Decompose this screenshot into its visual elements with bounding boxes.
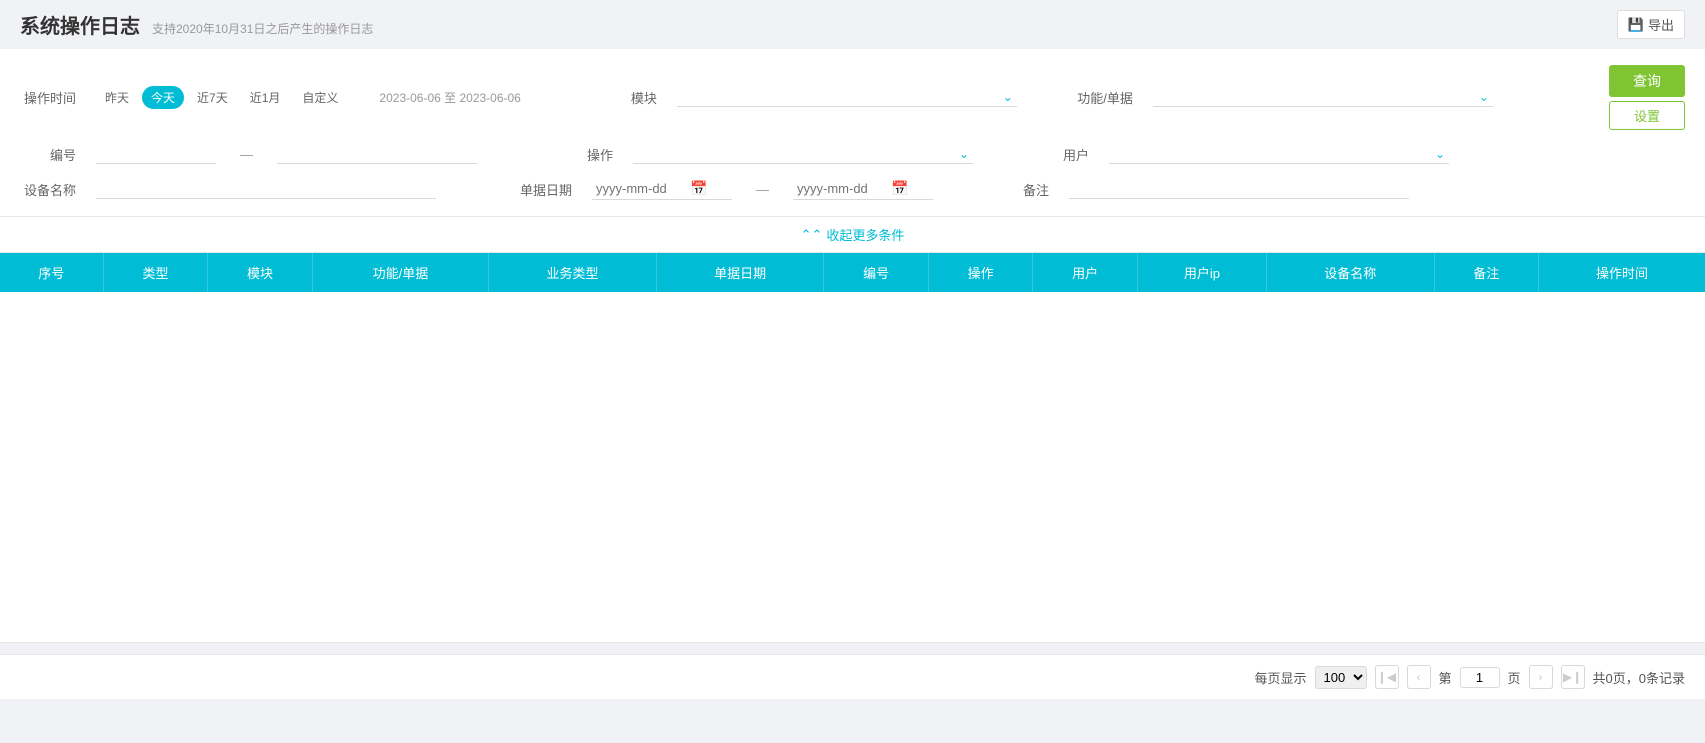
page-input[interactable] [1460,667,1500,688]
filter-row-2: 编号 — 操作 ⌄ 用户 ⌄ [20,144,1685,164]
export-icon: 💾 [1628,17,1644,33]
action-buttons: 查询 设置 [1609,65,1685,130]
collapse-label: 收起更多条件 [826,225,904,244]
number-dash: — [236,147,257,162]
time-btn-custom[interactable]: 自定义 [293,86,347,109]
page-label: 第 [1439,668,1452,687]
number-start-input[interactable] [96,144,216,164]
page-subtitle: 支持2020年10月31日之后产生的操作日志 [152,20,373,37]
table-area: 序号 类型 模块 功能/单据 业务类型 单据日期 编号 操作 用户 用户ip 设… [0,253,1705,642]
remark-label: 备注 [993,180,1049,199]
user-label: 用户 [1033,145,1089,164]
next-page-button[interactable]: › [1529,665,1553,689]
date-dash: — [752,182,773,197]
time-btn-1month[interactable]: 近1月 [241,86,290,109]
table-header: 序号 类型 模块 功能/单据 业务类型 单据日期 编号 操作 用户 用户ip 设… [0,253,1705,292]
operation-label: 操作 [557,145,613,164]
page-unit: 页 [1508,668,1521,687]
pagination-bar: 每页显示 10 20 50 100 200 ❙◀ ‹ 第 页 › ▶❙ 共0页，… [0,654,1705,699]
per-page-label: 每页显示 [1254,668,1306,687]
col-doc-date: 单据日期 [656,253,824,292]
calendar-start-icon[interactable]: 📅 [690,180,707,197]
function-label: 功能/单据 [1077,88,1133,107]
query-button[interactable]: 查询 [1609,65,1685,97]
collapse-bar[interactable]: ⌃⌃ 收起更多条件 [0,217,1705,253]
prev-page-button[interactable]: ‹ [1407,665,1431,689]
date-label: 单据日期 [516,180,572,199]
filter-area: 操作时间 昨天 今天 近7天 近1月 自定义 2023-06-06 至 2023… [0,49,1705,217]
calendar-end-icon[interactable]: 📅 [891,180,908,197]
col-user-ip: 用户ip [1137,253,1266,292]
device-label: 设备名称 [20,180,76,199]
date-end-input[interactable] [797,181,887,196]
module-label: 模块 [601,88,657,107]
scrollbar-inner [0,643,1705,644]
col-biz-type: 业务类型 [489,253,657,292]
operation-chevron-icon: ⌄ [959,147,969,161]
col-function: 功能/单据 [312,253,488,292]
filter-row-3: 设备名称 单据日期 📅 — 📅 备注 [20,178,1685,200]
time-btn-yesterday[interactable]: 昨天 [96,86,138,109]
user-select[interactable]: ⌄ [1109,145,1449,164]
time-btn-today[interactable]: 今天 [142,86,184,109]
last-page-button[interactable]: ▶❙ [1561,665,1585,689]
col-type: 类型 [103,253,207,292]
time-range: 2023-06-06 至 2023-06-06 [379,89,520,106]
device-input[interactable] [96,179,436,199]
data-table: 序号 类型 模块 功能/单据 业务类型 单据日期 编号 操作 用户 用户ip 设… [0,253,1705,292]
col-op-time: 操作时间 [1539,253,1705,292]
total-info: 共0页，0条记录 [1593,668,1685,687]
filter-row-1: 操作时间 昨天 今天 近7天 近1月 自定义 2023-06-06 至 2023… [20,65,1685,130]
collapse-chevron-icon: ⌃⌃ [801,227,823,243]
module-chevron-icon: ⌄ [1003,90,1013,104]
export-label: 导出 [1648,15,1674,34]
horizontal-scrollbar[interactable] [0,642,1705,654]
header-left: 系统操作日志 支持2020年10月31日之后产生的操作日志 [20,10,373,39]
col-operation: 操作 [928,253,1032,292]
module-select[interactable]: ⌄ [677,88,1017,107]
page-header: 系统操作日志 支持2020年10月31日之后产生的操作日志 💾 导出 [0,0,1705,49]
col-index: 序号 [0,253,103,292]
date-start-wrap: 📅 [592,178,732,200]
col-number: 编号 [824,253,928,292]
user-chevron-icon: ⌄ [1435,147,1445,161]
table-header-row: 序号 类型 模块 功能/单据 业务类型 单据日期 编号 操作 用户 用户ip 设… [0,253,1705,292]
time-btn-7days[interactable]: 近7天 [188,86,237,109]
export-button[interactable]: 💾 导出 [1617,10,1685,39]
col-device: 设备名称 [1266,253,1434,292]
page-title: 系统操作日志 [20,10,140,39]
time-label: 操作时间 [20,88,76,107]
function-select[interactable]: ⌄ [1153,88,1493,107]
number-end-input[interactable] [277,144,477,164]
settings-button[interactable]: 设置 [1609,101,1685,130]
remark-input[interactable] [1069,179,1409,199]
per-page-select[interactable]: 10 20 50 100 200 [1315,666,1367,689]
time-buttons: 昨天 今天 近7天 近1月 自定义 [96,86,347,109]
date-end-wrap: 📅 [793,178,933,200]
number-label: 编号 [20,145,76,164]
col-module: 模块 [208,253,312,292]
function-chevron-icon: ⌄ [1479,90,1489,104]
col-remark: 备注 [1434,253,1538,292]
col-user: 用户 [1033,253,1137,292]
date-start-input[interactable] [596,181,686,196]
operation-select[interactable]: ⌄ [633,145,973,164]
first-page-button[interactable]: ❙◀ [1375,665,1399,689]
empty-area [0,292,1705,642]
